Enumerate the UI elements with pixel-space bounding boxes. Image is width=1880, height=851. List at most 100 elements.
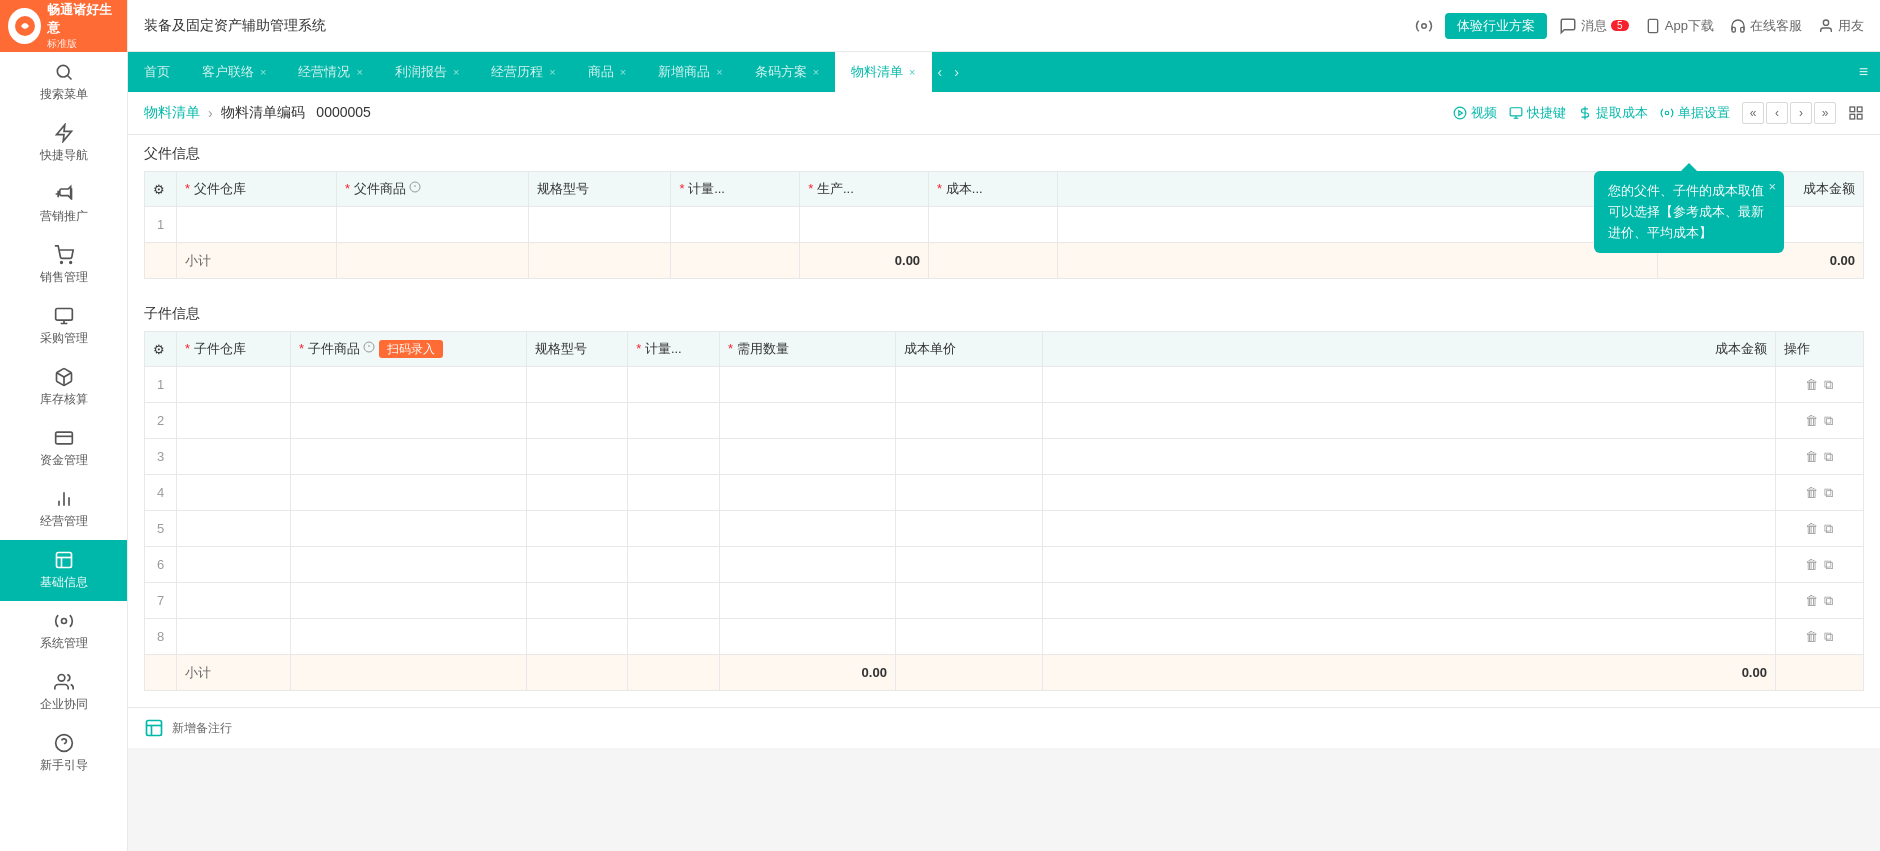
sidebar-item-purchase[interactable]: 采购管理 [0,296,127,357]
child-cell-warehouse-7[interactable] [177,583,291,619]
user-button[interactable]: 用友 [1818,17,1864,35]
tooltip-close-button[interactable]: × [1768,177,1776,198]
scan-button[interactable]: 扫码录入 [379,340,443,358]
delete-icon-4[interactable]: 🗑 [1805,485,1818,501]
child-cell-product-4[interactable] [290,475,526,511]
tab-barcode[interactable]: 条码方案 × [739,52,835,92]
copy-icon-4[interactable]: ⧉ [1824,485,1833,501]
child-cell-unit-1[interactable] [628,367,720,403]
online-service-button[interactable]: 在线客服 [1730,17,1802,35]
tab-operations[interactable]: 经营情况 × [282,52,378,92]
tab-customers-close[interactable]: × [260,66,266,78]
child-cell-unit-7[interactable] [628,583,720,619]
tab-operations-close[interactable]: × [356,66,362,78]
child-cell-product-3[interactable] [290,439,526,475]
copy-icon-3[interactable]: ⧉ [1824,449,1833,465]
child-cell-unit-5[interactable] [628,511,720,547]
tab-bom-close[interactable]: × [909,66,915,78]
child-cell-quantity-4[interactable] [719,475,895,511]
tab-history-close[interactable]: × [549,66,555,78]
child-cell-warehouse-2[interactable] [177,403,291,439]
sidebar-item-collab[interactable]: 企业协同 [0,662,127,723]
child-cell-unit-cost-2[interactable] [895,403,1042,439]
child-cell-spec-6[interactable] [526,547,627,583]
child-cell-spec-5[interactable] [526,511,627,547]
parent-cell-cost-1[interactable] [929,207,1058,243]
pager-last[interactable]: » [1814,102,1836,124]
copy-icon-1[interactable]: ⧉ [1824,377,1833,393]
delete-icon-2[interactable]: 🗑 [1805,413,1818,429]
form-settings-button[interactable]: 单据设置 [1660,104,1730,122]
child-cell-unit-4[interactable] [628,475,720,511]
child-cell-unit-3[interactable] [628,439,720,475]
pager-prev[interactable]: ‹ [1766,102,1788,124]
delete-icon-8[interactable]: 🗑 [1805,629,1818,645]
copy-icon-8[interactable]: ⧉ [1824,629,1833,645]
child-cell-warehouse-3[interactable] [177,439,291,475]
child-cell-unit-cost-7[interactable] [895,583,1042,619]
child-cell-spec-1[interactable] [526,367,627,403]
copy-icon-5[interactable]: ⧉ [1824,521,1833,537]
delete-icon-1[interactable]: 🗑 [1805,377,1818,393]
child-cell-unit-2[interactable] [628,403,720,439]
child-cell-warehouse-1[interactable] [177,367,291,403]
tab-barcode-close[interactable]: × [813,66,819,78]
child-cell-quantity-8[interactable] [719,619,895,655]
delete-icon-3[interactable]: 🗑 [1805,449,1818,465]
settings-icon[interactable] [1415,17,1433,35]
delete-icon-6[interactable]: 🗑 [1805,557,1818,573]
child-cell-unit-8[interactable] [628,619,720,655]
delete-icon-7[interactable]: 🗑 [1805,593,1818,609]
child-cell-warehouse-5[interactable] [177,511,291,547]
child-cell-product-1[interactable] [290,367,526,403]
pager-next[interactable]: › [1790,102,1812,124]
child-cell-quantity-7[interactable] [719,583,895,619]
parent-cell-warehouse-1[interactable] [177,207,337,243]
child-cell-unit-cost-3[interactable] [895,439,1042,475]
child-cell-unit-6[interactable] [628,547,720,583]
copy-icon-7[interactable]: ⧉ [1824,593,1833,609]
nav-arrow-left[interactable]: ‹ [932,64,949,80]
child-cell-spec-2[interactable] [526,403,627,439]
experience-button[interactable]: 体验行业方案 [1445,13,1547,39]
tab-profit-close[interactable]: × [453,66,459,78]
sidebar-item-search[interactable]: 搜索菜单 [0,52,127,113]
child-cell-warehouse-6[interactable] [177,547,291,583]
sidebar-item-ops[interactable]: 经营管理 [0,479,127,540]
parent-cell-production-1[interactable] [800,207,929,243]
grid-view-icon[interactable] [1848,105,1864,121]
message-button[interactable]: 消息 5 [1559,17,1629,35]
add-note-icon[interactable] [144,718,164,738]
child-cell-quantity-3[interactable] [719,439,895,475]
child-cell-quantity-1[interactable] [719,367,895,403]
nav-close-all[interactable]: ≡ [1847,63,1880,81]
child-cell-product-7[interactable] [290,583,526,619]
child-cell-spec-4[interactable] [526,475,627,511]
child-cell-product-8[interactable] [290,619,526,655]
tab-home[interactable]: 首页 [128,52,186,92]
tab-products[interactable]: 商品 × [572,52,642,92]
tab-bom[interactable]: 物料清单 × [835,52,931,92]
parent-cell-product-1[interactable] [337,207,529,243]
sidebar-item-system[interactable]: 系统管理 [0,601,127,662]
child-cell-unit-cost-6[interactable] [895,547,1042,583]
sidebar-item-finance[interactable]: 资金管理 [0,418,127,479]
tab-new-product-close[interactable]: × [716,66,722,78]
child-cell-spec-3[interactable] [526,439,627,475]
sidebar-item-sales[interactable]: 销售管理 [0,235,127,296]
copy-icon-6[interactable]: ⧉ [1824,557,1833,573]
shortcut-button[interactable]: 快捷键 [1509,104,1566,122]
child-cell-product-6[interactable] [290,547,526,583]
child-cell-spec-8[interactable] [526,619,627,655]
child-cell-quantity-5[interactable] [719,511,895,547]
parent-cell-spec-1[interactable] [529,207,671,243]
child-cell-product-2[interactable] [290,403,526,439]
child-cell-spec-7[interactable] [526,583,627,619]
child-cell-unit-cost-5[interactable] [895,511,1042,547]
child-cell-warehouse-8[interactable] [177,619,291,655]
child-cell-unit-cost-8[interactable] [895,619,1042,655]
sidebar-item-inventory[interactable]: 库存核算 [0,357,127,418]
child-cell-unit-cost-1[interactable] [895,367,1042,403]
tab-customers[interactable]: 客户联络 × [186,52,282,92]
pager-first[interactable]: « [1742,102,1764,124]
